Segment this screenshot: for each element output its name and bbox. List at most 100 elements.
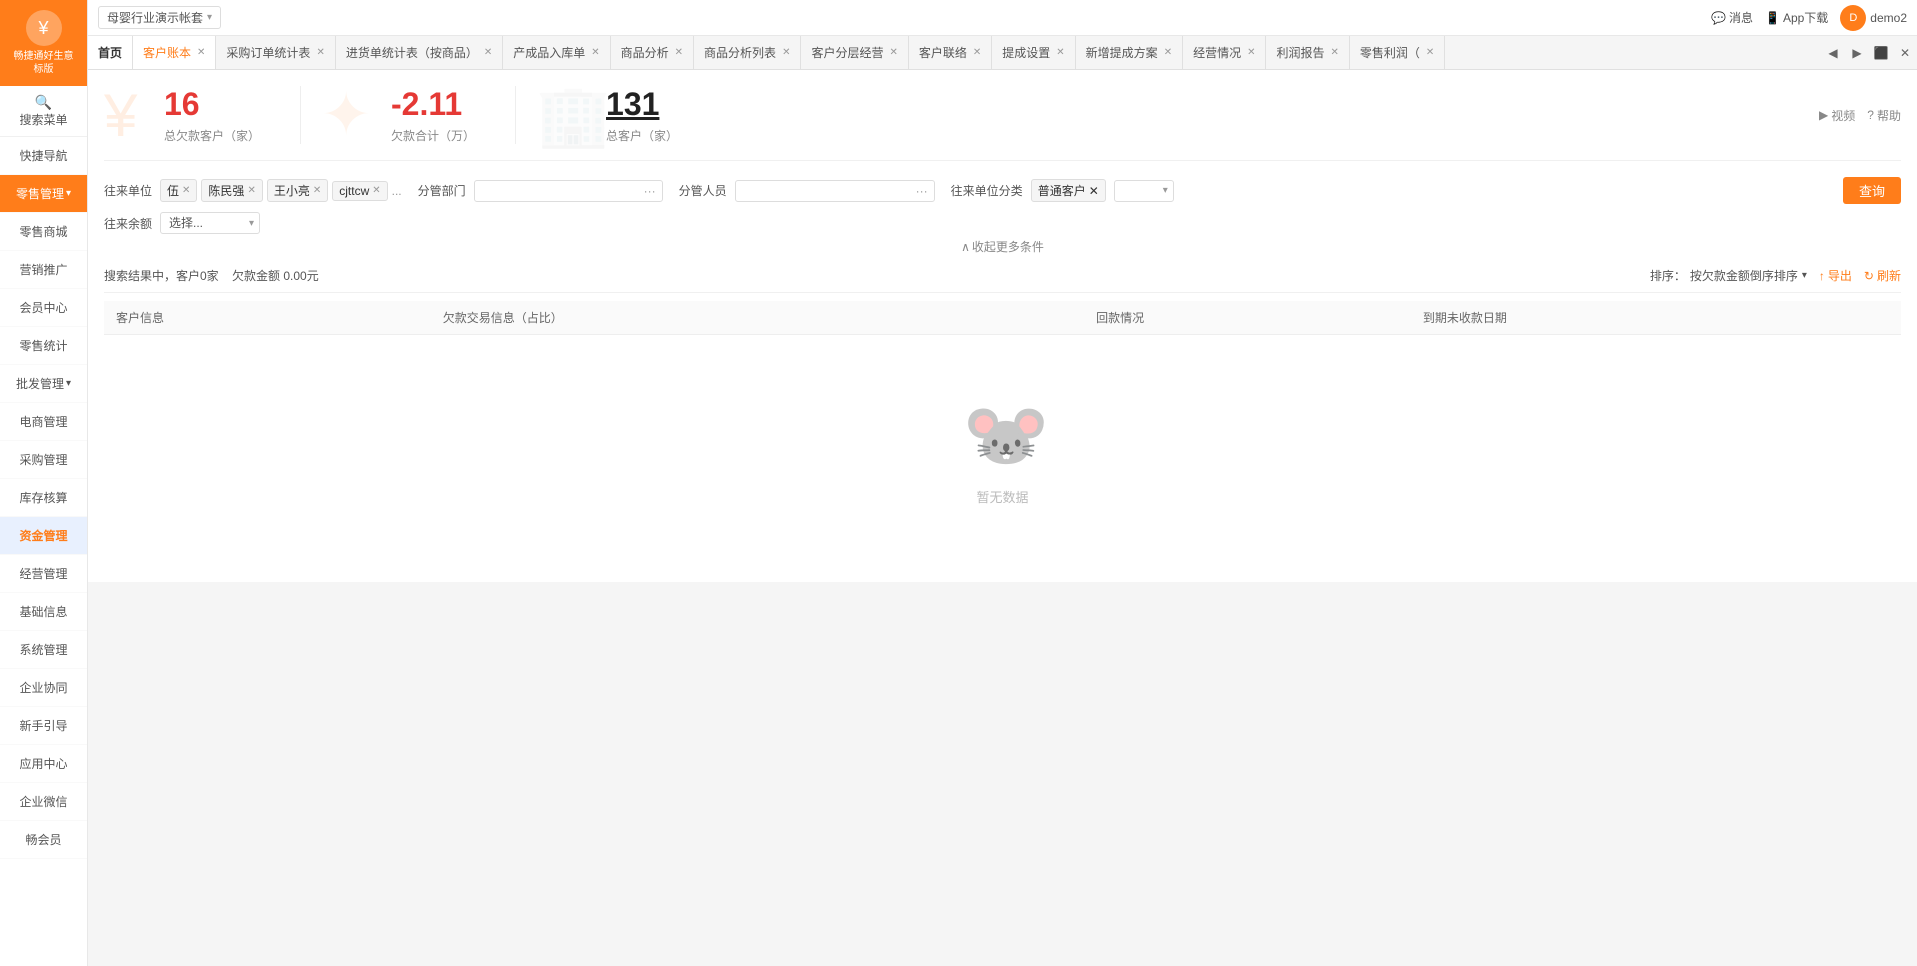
search-icon: 🔍: [6, 94, 81, 111]
tab-customer-debt-close[interactable]: ✕: [197, 47, 205, 58]
data-table: 客户信息 欠款交易信息（占比） 回款情况 到期未收款日期: [104, 301, 1901, 335]
tab-purchase-order[interactable]: 采购订单统计表 ✕: [216, 36, 335, 69]
unit-class-select-wrapper[interactable]: [1114, 180, 1174, 202]
industry-selector[interactable]: 母婴行业演示帐套 ▾: [98, 6, 221, 29]
tab-scroll-left-btn[interactable]: ◀: [1821, 36, 1845, 70]
mobile-icon: 📱: [1765, 11, 1780, 25]
tab-profit-report[interactable]: 利润报告 ✕: [1266, 36, 1349, 69]
tab-ops-situation-close[interactable]: ✕: [1247, 47, 1255, 58]
unit-tag-cj-close[interactable]: ✕: [372, 185, 380, 196]
unit-class-filter-label: 往来单位分类: [951, 182, 1023, 199]
result-bar-right: 排序： 按欠款金额倒序排序 ▾ ↑ 导出 ↻ 刷新: [1650, 267, 1901, 284]
tab-customer-debt[interactable]: 客户账本 ✕: [133, 36, 216, 69]
sidebar-search[interactable]: 🔍 搜索菜单: [0, 86, 87, 137]
tab-customer-contact[interactable]: 客户联络 ✕: [909, 36, 992, 69]
unit-tag-cj[interactable]: cjttcw ✕: [332, 181, 387, 201]
unit-tag-chen-close[interactable]: ✕: [247, 185, 255, 196]
tab-profit-report-close[interactable]: ✕: [1331, 47, 1339, 58]
sidebar-item-ecommerce-mgmt[interactable]: 电商管理: [0, 403, 87, 441]
app-download-btn[interactable]: 📱 App下载: [1765, 9, 1828, 26]
tab-purchase-order-close[interactable]: ✕: [316, 47, 324, 58]
tab-more-btn[interactable]: ⬛: [1869, 36, 1893, 70]
industry-chevron-icon: ▾: [207, 12, 212, 23]
dept-input-field[interactable]: [475, 181, 662, 201]
tab-product-analysis-list[interactable]: 商品分析列表 ✕: [694, 36, 801, 69]
video-btn[interactable]: ▶ 视频: [1819, 107, 1855, 124]
tab-product-analysis[interactable]: 商品分析 ✕: [611, 36, 694, 69]
person-input-dots[interactable]: ···: [916, 184, 928, 198]
balance-select-wrapper[interactable]: 选择...: [160, 212, 260, 234]
sidebar-item-enterprise-coop[interactable]: 企业协同: [0, 669, 87, 707]
unit-class-tag-normal-close[interactable]: ✕: [1089, 184, 1099, 198]
person-input-field[interactable]: [736, 181, 934, 201]
sidebar-item-retail-management[interactable]: 零售管理 ▾: [0, 175, 87, 213]
tab-remind-settings[interactable]: 提成设置 ✕: [992, 36, 1075, 69]
sidebar-item-retail-stats[interactable]: 零售统计: [0, 327, 87, 365]
balance-filter-label: 往来余额: [104, 215, 152, 232]
tab-new-achievement-close[interactable]: ✕: [1164, 47, 1172, 58]
debt-total-bg-icon: ✦: [321, 80, 371, 150]
refresh-btn[interactable]: ↻ 刷新: [1864, 267, 1901, 284]
unit-class-select[interactable]: [1114, 180, 1174, 202]
filter-bar: 往来单位 伍 ✕ 陈民强 ✕ 王小亮 ✕ cjttcw: [104, 177, 1901, 204]
empty-icon: 🐭: [963, 395, 1043, 475]
message-btn[interactable]: 💬 消息: [1711, 9, 1753, 26]
help-icon: ?: [1867, 108, 1874, 122]
tab-customer-tier-label: 客户分层经营: [811, 44, 883, 61]
unit-tag-wu[interactable]: 伍 ✕: [160, 179, 197, 202]
sidebar-item-purchase-mgmt[interactable]: 采购管理: [0, 441, 87, 479]
tab-remind-settings-close[interactable]: ✕: [1056, 47, 1064, 58]
col-debt-info: 欠款交易信息（占比）: [431, 301, 1084, 335]
sidebar-item-finance-mgmt[interactable]: 资金管理: [0, 517, 87, 555]
tab-product-analysis-list-close[interactable]: ✕: [782, 47, 790, 58]
tab-ops-situation[interactable]: 经营情况 ✕: [1183, 36, 1266, 69]
tab-retail-profit[interactable]: 零售利润（ ✕: [1350, 36, 1445, 69]
sidebar-item-system-mgmt[interactable]: 系统管理: [0, 631, 87, 669]
unit-class-filter-tags: 普通客户 ✕: [1031, 179, 1106, 202]
dept-filter-input[interactable]: ···: [474, 180, 663, 202]
unit-tag-cj-label: cjttcw: [339, 184, 369, 198]
unit-tag-wu-close[interactable]: ✕: [182, 185, 190, 196]
sidebar-item-member-center[interactable]: 会员中心: [0, 289, 87, 327]
export-btn[interactable]: ↑ 导出: [1819, 267, 1852, 284]
sidebar-item-app-center[interactable]: 应用中心: [0, 745, 87, 783]
tab-product-input[interactable]: 产成品入库单 ✕: [503, 36, 610, 69]
tab-new-achievement[interactable]: 新增提成方案 ✕: [1076, 36, 1183, 69]
collapse-btn[interactable]: ∧ 收起更多条件: [961, 238, 1044, 255]
unit-tag-wang[interactable]: 王小亮 ✕: [267, 179, 328, 202]
sidebar-item-ops-mgmt[interactable]: 经营管理: [0, 555, 87, 593]
sidebar-item-marketing[interactable]: 营销推广: [0, 251, 87, 289]
tab-home[interactable]: 首页: [88, 36, 133, 69]
tab-scroll-right-btn[interactable]: ▶: [1845, 36, 1869, 70]
sort-select[interactable]: 排序： 按欠款金额倒序排序 ▾: [1650, 267, 1807, 284]
unit-filter-more[interactable]: ...: [392, 184, 402, 198]
sidebar-item-quick-nav[interactable]: 快捷导航: [0, 137, 87, 175]
tab-customer-contact-close[interactable]: ✕: [973, 47, 981, 58]
tab-inventory-stats[interactable]: 进货单统计表（按商品） ✕: [336, 36, 503, 69]
sidebar-item-vip-member[interactable]: 畅会员: [0, 821, 87, 859]
help-btn[interactable]: ? 帮助: [1867, 107, 1901, 124]
sidebar-item-retail-mall[interactable]: 零售商城: [0, 213, 87, 251]
person-filter-input[interactable]: ···: [735, 180, 935, 202]
unit-tag-chen[interactable]: 陈民强 ✕: [201, 179, 262, 202]
sidebar-item-inventory-check[interactable]: 库存核算: [0, 479, 87, 517]
sidebar-item-enterprise-wechat[interactable]: 企业微信: [0, 783, 87, 821]
user-area[interactable]: D demo2: [1840, 5, 1907, 31]
tab-close-all-btn[interactable]: ✕: [1893, 36, 1917, 70]
sidebar-item-basic-info[interactable]: 基础信息: [0, 593, 87, 631]
tab-product-analysis-close[interactable]: ✕: [675, 47, 683, 58]
balance-select[interactable]: 选择...: [160, 212, 260, 234]
tab-inventory-stats-close[interactable]: ✕: [484, 47, 492, 58]
tab-product-input-close[interactable]: ✕: [591, 47, 599, 58]
query-button[interactable]: 查询: [1843, 177, 1901, 204]
unit-tag-wang-close[interactable]: ✕: [313, 185, 321, 196]
tab-retail-profit-close[interactable]: ✕: [1426, 47, 1434, 58]
unit-class-tag-normal[interactable]: 普通客户 ✕: [1031, 179, 1106, 202]
tab-customer-tier[interactable]: 客户分层经营 ✕: [801, 36, 908, 69]
username-label: demo2: [1870, 11, 1907, 25]
tab-customer-tier-close[interactable]: ✕: [889, 47, 897, 58]
sidebar-item-wholesale-mgmt[interactable]: 批发管理 ▾: [0, 365, 87, 403]
dept-input-dots[interactable]: ···: [644, 184, 656, 198]
retail-management-label: 零售管理: [16, 185, 64, 202]
sidebar-item-new-guide[interactable]: 新手引导: [0, 707, 87, 745]
